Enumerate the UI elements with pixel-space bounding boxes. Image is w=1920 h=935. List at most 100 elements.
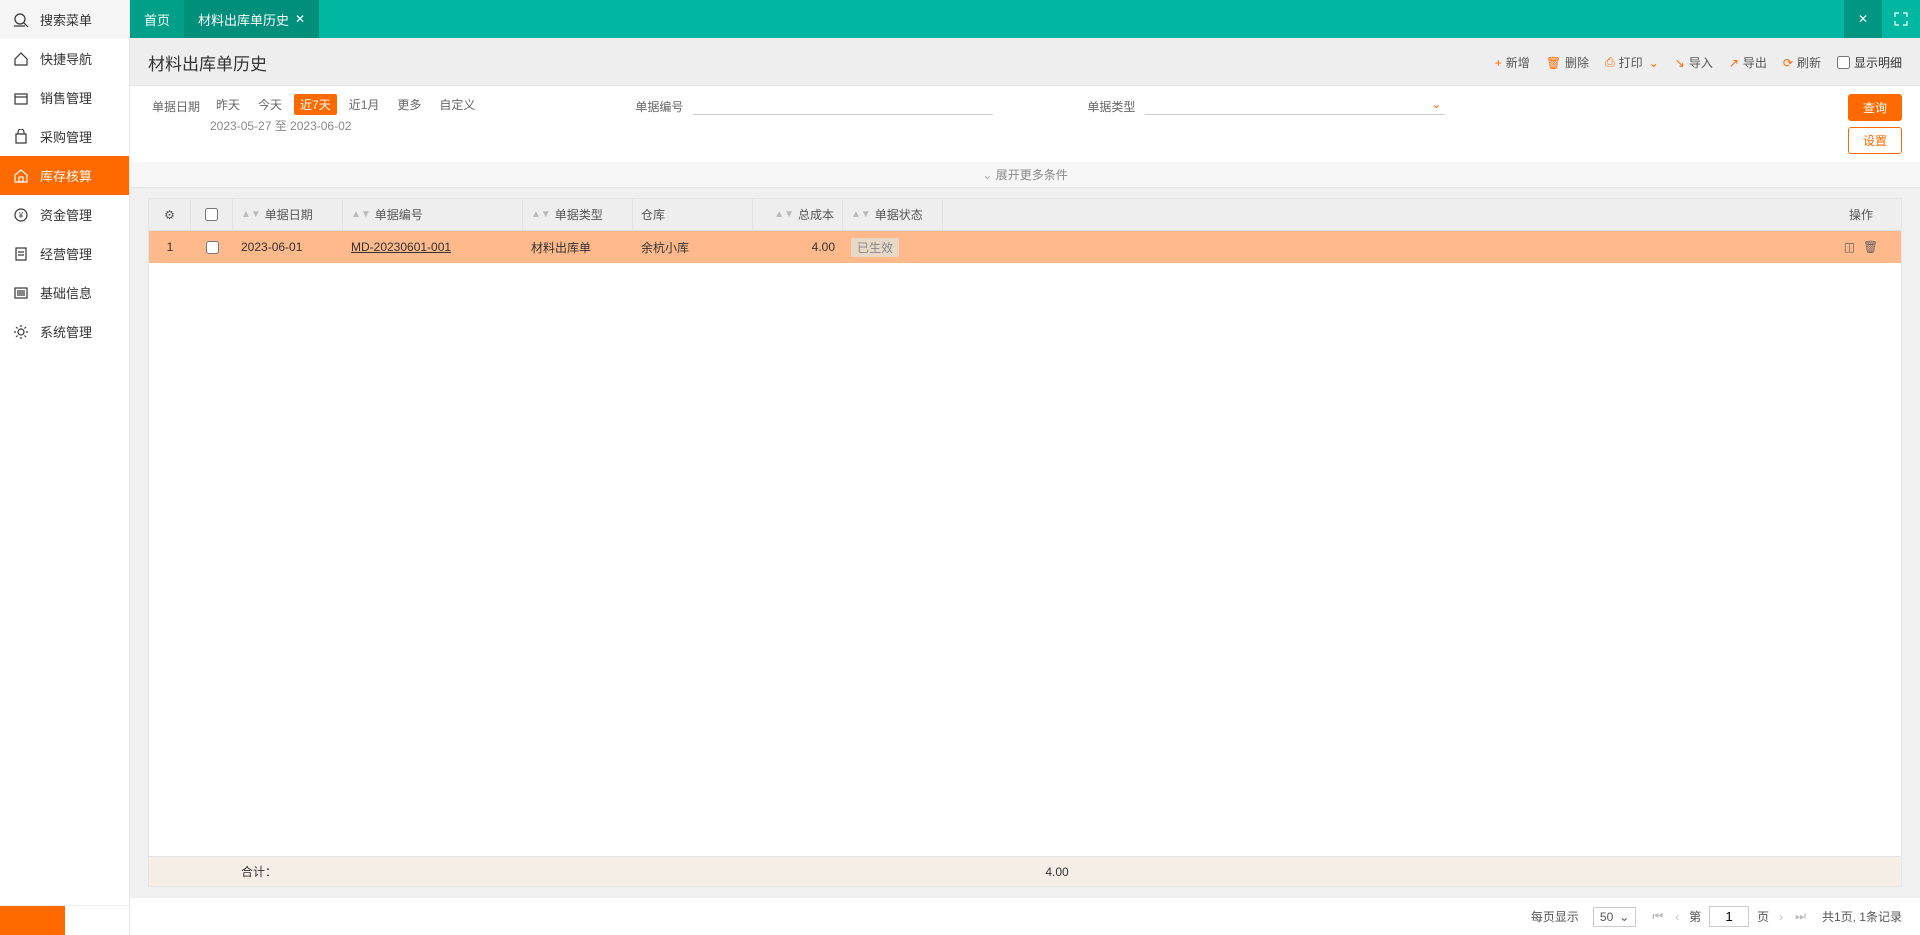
preset-7days[interactable]: 近7天	[294, 94, 337, 115]
list-icon	[12, 284, 30, 302]
bag-icon	[12, 128, 30, 146]
refresh-button[interactable]: ⟳刷新	[1783, 54, 1821, 71]
sidebar-footer-right[interactable]	[65, 906, 130, 935]
doc-no-input[interactable]	[693, 94, 993, 115]
row-type: 材料出库单	[523, 231, 633, 263]
table-body: 1 2023-06-01 MD-20230601-001 材料出库单 余杭小库 …	[149, 231, 1901, 856]
export-icon: ↗	[1729, 56, 1739, 70]
house-icon	[12, 167, 30, 185]
row-date: 2023-06-01	[233, 231, 343, 263]
pagination-summary: 共1页, 1条记录	[1822, 908, 1902, 925]
warehouse-column-header[interactable]: 仓库	[633, 199, 753, 230]
delete-button[interactable]: 🗑删除	[1546, 54, 1589, 71]
filter-docno-group: 单据编号	[631, 94, 993, 115]
sidebar-item-label: 销售管理	[40, 88, 92, 107]
row-cost: 4.00	[753, 231, 843, 263]
query-button[interactable]: 查询	[1848, 94, 1902, 121]
svg-text:¥: ¥	[18, 211, 24, 220]
sort-icon: ▲▼	[774, 212, 794, 217]
select-all-checkbox[interactable]	[205, 208, 218, 221]
footer-label: 合计：	[233, 857, 293, 886]
close-icon[interactable]: ✕	[295, 12, 305, 26]
first-page-button[interactable]: ⏮	[1650, 909, 1665, 924]
show-detail-input[interactable]	[1837, 56, 1850, 69]
add-button[interactable]: +新增	[1495, 54, 1530, 71]
page-header: 材料出库单历史 +新增 🗑删除 ⎙打印⌄ ↘导入 ↗导出 ⟳刷新 显示明细	[130, 38, 1920, 86]
filter-doctype-group: 单据类型 ⌄	[1083, 94, 1445, 115]
sidebar-item-system[interactable]: 系统管理	[0, 312, 129, 351]
view-icon[interactable]: ◫	[1844, 240, 1855, 254]
preset-custom[interactable]: 自定义	[433, 94, 481, 115]
filter-bar: 单据日期 昨天 今天 近7天 近1月 更多 自定义 2023-05-27 至 2…	[130, 86, 1920, 188]
expand-conditions-button[interactable]: ⌄ 展开更多条件	[130, 162, 1920, 187]
preset-more[interactable]: 更多	[391, 94, 427, 115]
print-button[interactable]: ⎙打印⌄	[1605, 54, 1659, 71]
filter-doctype-label: 单据类型	[1083, 94, 1135, 115]
export-button[interactable]: ↗导出	[1729, 54, 1767, 71]
tab-material-outbound-history[interactable]: 材料出库单历史 ✕	[184, 0, 319, 38]
settings-column-header[interactable]: ⚙	[149, 199, 191, 230]
sidebar-item-label: 经营管理	[40, 244, 92, 263]
preset-today[interactable]: 今天	[252, 94, 288, 115]
table-footer: 合计： 4.00	[149, 856, 1901, 886]
sidebar-item-label: 采购管理	[40, 127, 92, 146]
sidebar-item-business[interactable]: 经营管理	[0, 234, 129, 273]
page-input[interactable]	[1709, 906, 1749, 927]
gear-icon	[12, 323, 30, 341]
fullscreen-button[interactable]	[1882, 0, 1920, 38]
sidebar-item-quicknav[interactable]: 快捷导航	[0, 39, 129, 78]
sidebar-item-label: 搜索菜单	[40, 10, 92, 29]
page-title: 材料出库单历史	[148, 50, 267, 75]
spacer-column-header	[943, 199, 1821, 230]
doc-no-link[interactable]: MD-20230601-001	[351, 240, 451, 254]
close-icon: ✕	[1858, 12, 1868, 26]
sidebar-item-inventory[interactable]: 库存核算	[0, 156, 129, 195]
settings-button[interactable]: 设置	[1848, 127, 1902, 154]
page-label-post: 页	[1757, 908, 1769, 925]
page-size-select[interactable]: 50 ⌄	[1593, 907, 1636, 927]
expand-icon: ⌄	[982, 168, 995, 182]
chevron-down-icon: ⌄	[1431, 97, 1441, 111]
sidebar-item-sales[interactable]: 销售管理	[0, 78, 129, 117]
sidebar-item-basicinfo[interactable]: 基础信息	[0, 273, 129, 312]
sidebar: 搜索菜单 快捷导航 销售管理 采购管理 库存核算 ¥ 资金管理 经营管理 基础信	[0, 0, 130, 935]
sort-icon: ▲▼	[531, 212, 551, 217]
sidebar-item-funds[interactable]: ¥ 资金管理	[0, 195, 129, 234]
table-row[interactable]: 1 2023-06-01 MD-20230601-001 材料出库单 余杭小库 …	[149, 231, 1901, 263]
filter-date-label: 单据日期	[148, 94, 200, 115]
sidebar-item-label: 基础信息	[40, 283, 92, 302]
next-page-button[interactable]: ›	[1777, 910, 1785, 924]
no-column-header[interactable]: ▲▼单据编号	[343, 199, 523, 230]
type-column-header[interactable]: ▲▼单据类型	[523, 199, 633, 230]
delete-icon[interactable]: 🗑	[1863, 240, 1878, 254]
date-column-header[interactable]: ▲▼单据日期	[233, 199, 343, 230]
sidebar-item-label: 资金管理	[40, 205, 92, 224]
table-header: ⚙ ▲▼单据日期 ▲▼单据编号 ▲▼单据类型 仓库 ▲▼总成本 ▲▼单据状态 操…	[149, 199, 1901, 231]
tab-home-label: 首页	[144, 10, 170, 29]
sort-icon: ▲▼	[351, 212, 371, 217]
sidebar-footer-left[interactable]	[0, 906, 65, 935]
row-warehouse: 余杭小库	[633, 231, 753, 263]
sidebar-item-purchase[interactable]: 采购管理	[0, 117, 129, 156]
preset-1month[interactable]: 近1月	[343, 94, 386, 115]
import-button[interactable]: ↘导入	[1675, 54, 1713, 71]
tab-home[interactable]: 首页	[130, 0, 184, 38]
sidebar-footer	[0, 905, 129, 935]
cost-column-header[interactable]: ▲▼总成本	[753, 199, 843, 230]
show-detail-checkbox[interactable]: 显示明细	[1837, 54, 1902, 71]
tab-active-label: 材料出库单历史	[198, 10, 289, 29]
checkbox-column-header[interactable]	[191, 199, 233, 230]
doc-type-select[interactable]: ⌄	[1145, 94, 1445, 115]
sidebar-item-search[interactable]: 搜索菜单	[0, 0, 129, 39]
clipboard-icon	[12, 245, 30, 263]
last-page-button[interactable]: ⏭	[1793, 909, 1808, 924]
home-icon	[12, 50, 30, 68]
page-label-pre: 第	[1689, 908, 1701, 925]
tab-close-all-button[interactable]: ✕	[1844, 0, 1882, 38]
row-index: 1	[149, 231, 191, 263]
preset-yesterday[interactable]: 昨天	[210, 94, 246, 115]
row-checkbox[interactable]	[206, 241, 219, 254]
prev-page-button[interactable]: ‹	[1673, 910, 1681, 924]
status-column-header[interactable]: ▲▼单据状态	[843, 199, 943, 230]
trash-icon: 🗑	[1546, 56, 1561, 70]
